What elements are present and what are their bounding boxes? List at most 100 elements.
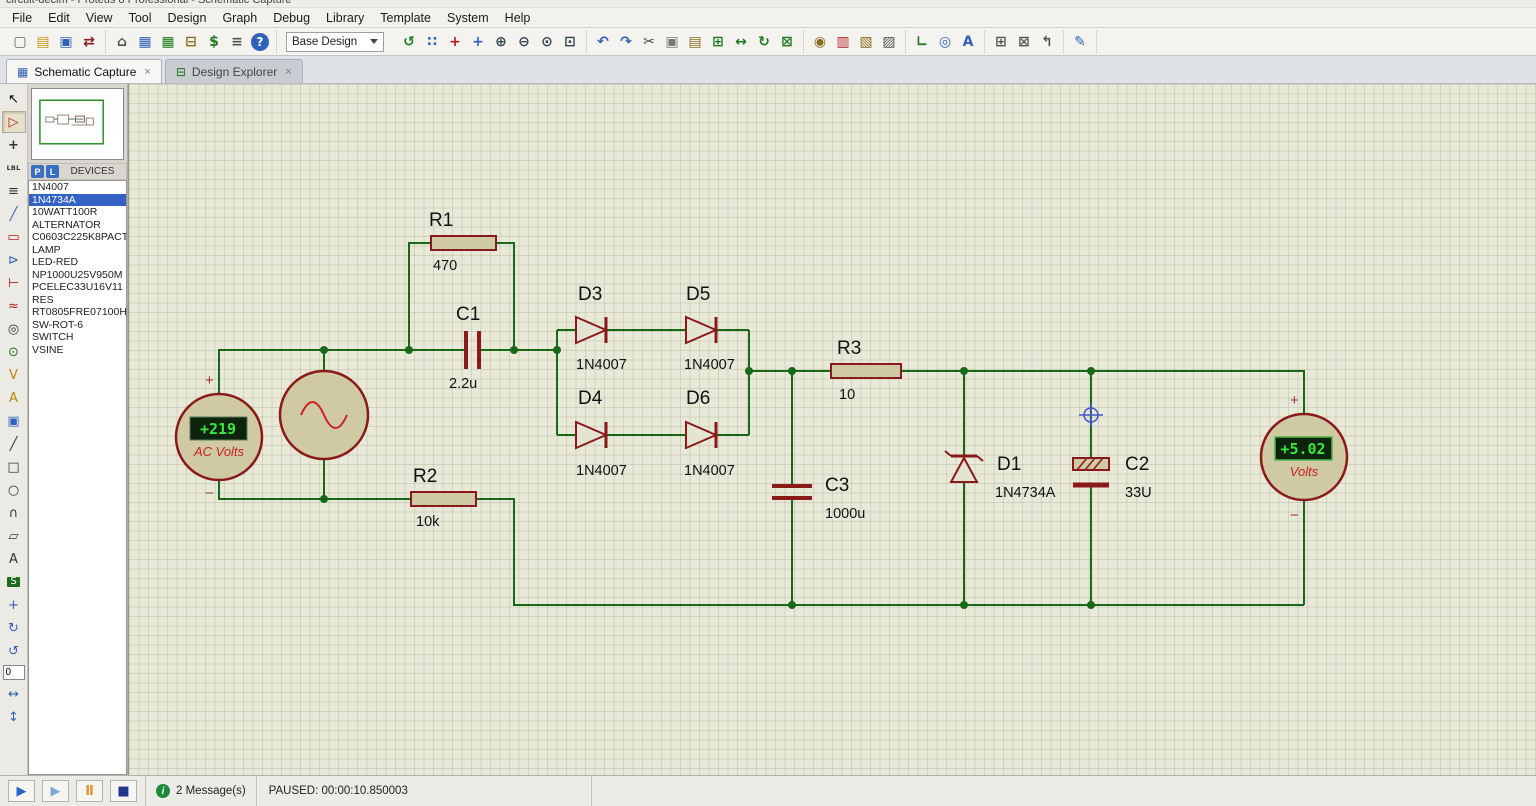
r1-value-label[interactable]: 470 (433, 258, 457, 274)
device-list-item[interactable]: RT0805FRE07100H (29, 306, 126, 319)
generator-mode-button[interactable]: ⊙ (2, 341, 26, 363)
pan-view-button[interactable]: + (467, 31, 489, 53)
resistor-r2[interactable]: R2 10k (410, 466, 477, 530)
schematic-editor-canvas[interactable]: +219 AC Volts + − R1 470 C1 2.2u D3 1N40… (128, 84, 1536, 775)
2d-circle-mode-button[interactable]: ○ (2, 479, 26, 501)
project-notes-button[interactable]: ≡ (226, 31, 248, 53)
decompose-button[interactable]: ▨ (878, 31, 900, 53)
pause-button[interactable]: Ⅱ (76, 780, 103, 802)
2d-arc-mode-button[interactable]: ∩ (2, 502, 26, 524)
zoom-area-button[interactable]: ⊡ (559, 31, 581, 53)
r1-ref-label[interactable]: R1 (429, 210, 453, 231)
menu-item[interactable]: Template (372, 9, 439, 27)
false-origin-button[interactable]: + (444, 31, 466, 53)
buses-mode-button[interactable]: ╱ (2, 203, 26, 225)
new-sheet-button[interactable]: ⊞ (990, 31, 1012, 53)
help-button[interactable]: ? (251, 32, 269, 51)
device-list-item[interactable]: VSINE (29, 344, 126, 357)
menu-item[interactable]: System (439, 9, 497, 27)
copy-button[interactable]: ▣ (661, 31, 683, 53)
wire-autorouter-button[interactable]: ∟ (911, 31, 933, 53)
2d-box-mode-button[interactable]: □ (2, 456, 26, 478)
play-button[interactable]: ▶ (8, 780, 35, 802)
c2-ref-label[interactable]: C2 (1125, 454, 1149, 475)
d4-value-label[interactable]: 1N4007 (576, 463, 627, 479)
pick-parts-button[interactable]: ◉ (809, 31, 831, 53)
d1-ref-label[interactable]: D1 (997, 454, 1021, 475)
component-mode-button[interactable]: ▷ (1, 111, 26, 133)
tape-recorder-mode-button[interactable]: ◎ (2, 318, 26, 340)
junction-dot-mode-button[interactable]: + (2, 134, 26, 156)
2d-marker-mode-button[interactable]: + (2, 594, 26, 616)
r2-ref-label[interactable]: R2 (413, 466, 437, 487)
2d-text-mode-button[interactable]: A (2, 548, 26, 570)
device-list-item[interactable]: PCELEC33U16V11 (29, 281, 126, 294)
selection-mode-button[interactable]: ↖ (2, 88, 26, 110)
rotate-ccw-button[interactable]: ↺ (2, 640, 26, 662)
device-list-item[interactable]: LAMP (29, 244, 126, 257)
tab-schematic-capture[interactable]: ▦ Schematic Capture × (6, 59, 162, 83)
menu-item[interactable]: Design (160, 9, 215, 27)
zoom-all-button[interactable]: ⊙ (536, 31, 558, 53)
pcb-layout-button[interactable]: ▦ (157, 31, 179, 53)
new-design-button[interactable]: ▢ (9, 31, 31, 53)
d5-value-label[interactable]: 1N4007 (684, 357, 735, 373)
block-copy-button[interactable]: ⊞ (707, 31, 729, 53)
device-list-item[interactable]: 10WATT100R (29, 206, 126, 219)
zener-diode-d1[interactable]: D1 1N4734A (944, 450, 1056, 501)
schematic-overview[interactable] (31, 88, 124, 160)
save-design-button[interactable]: ▣ (55, 31, 77, 53)
capacitor-c3[interactable]: C3 1000u (772, 475, 865, 522)
schematic-capture-button[interactable]: ▦ (134, 31, 156, 53)
menu-item[interactable]: Tool (121, 9, 160, 27)
block-move-button[interactable]: ↔ (730, 31, 752, 53)
diode-d5[interactable]: D5 1N4007 (684, 284, 735, 373)
device-list-item[interactable]: LED-RED (29, 256, 126, 269)
capacitor-c1[interactable]: C1 2.2u (449, 304, 481, 392)
pick-devices-button[interactable]: P (31, 165, 44, 178)
capacitor-c2[interactable]: C2 33U (1072, 454, 1152, 501)
device-list-item[interactable]: SWITCH (29, 331, 126, 344)
menu-item[interactable]: Help (497, 9, 539, 27)
graph-mode-button[interactable]: ≈ (2, 295, 26, 317)
c3-ref-label[interactable]: C3 (825, 475, 849, 496)
c1-ref-label[interactable]: C1 (456, 304, 480, 325)
diode-d4[interactable]: D4 1N4007 (575, 388, 627, 479)
block-rotate-button[interactable]: ↻ (753, 31, 775, 53)
2d-line-mode-button[interactable]: ╱ (2, 433, 26, 455)
undo-button[interactable]: ↶ (592, 31, 614, 53)
cut-button[interactable]: ✂ (638, 31, 660, 53)
d1-value-label[interactable]: 1N4734A (995, 485, 1056, 501)
2d-symbol-mode-button[interactable]: S (2, 571, 26, 593)
exit-to-parent-button[interactable]: ↰ (1036, 31, 1058, 53)
flip-horizontal-button[interactable]: ↔ (2, 683, 26, 705)
search-tag-button[interactable]: ◎ (934, 31, 956, 53)
menu-item[interactable]: View (78, 9, 121, 27)
d3-value-label[interactable]: 1N4007 (576, 357, 627, 373)
bill-of-materials-button[interactable]: $ (203, 31, 225, 53)
r2-value-label[interactable]: 10k (416, 514, 440, 530)
make-device-button[interactable]: ▥ (832, 31, 854, 53)
schematic-sheet[interactable]: +219 AC Volts + − R1 470 C1 2.2u D3 1N40… (129, 84, 1536, 775)
resistor-r1[interactable]: R1 470 (429, 210, 497, 274)
resistor-r3[interactable]: R3 10 (830, 338, 902, 403)
zoom-in-button[interactable]: ⊕ (490, 31, 512, 53)
library-manager-button[interactable]: L (46, 165, 59, 178)
r3-value-label[interactable]: 10 (839, 387, 855, 403)
block-delete-button[interactable]: ⊠ (776, 31, 798, 53)
stop-button[interactable]: ■ (110, 780, 137, 802)
rotate-cw-button[interactable]: ↻ (2, 617, 26, 639)
c3-value-label[interactable]: 1000u (825, 506, 865, 522)
device-pins-mode-button[interactable]: ⊢ (2, 272, 26, 294)
d3-ref-label[interactable]: D3 (578, 284, 602, 305)
redraw-button[interactable]: ↺ (398, 31, 420, 53)
tab-close-icon[interactable]: × (144, 66, 150, 78)
remove-sheet-button[interactable]: ⊠ (1013, 31, 1035, 53)
menu-item[interactable]: Library (318, 9, 372, 27)
flip-vertical-button[interactable]: ↕ (2, 706, 26, 728)
zoom-out-button[interactable]: ⊖ (513, 31, 535, 53)
design-explorer-button[interactable]: ⊟ (180, 31, 202, 53)
diode-d6[interactable]: D6 1N4007 (684, 388, 735, 479)
d5-ref-label[interactable]: D5 (686, 284, 710, 305)
device-list-item[interactable]: SW-ROT-6 (29, 319, 126, 332)
